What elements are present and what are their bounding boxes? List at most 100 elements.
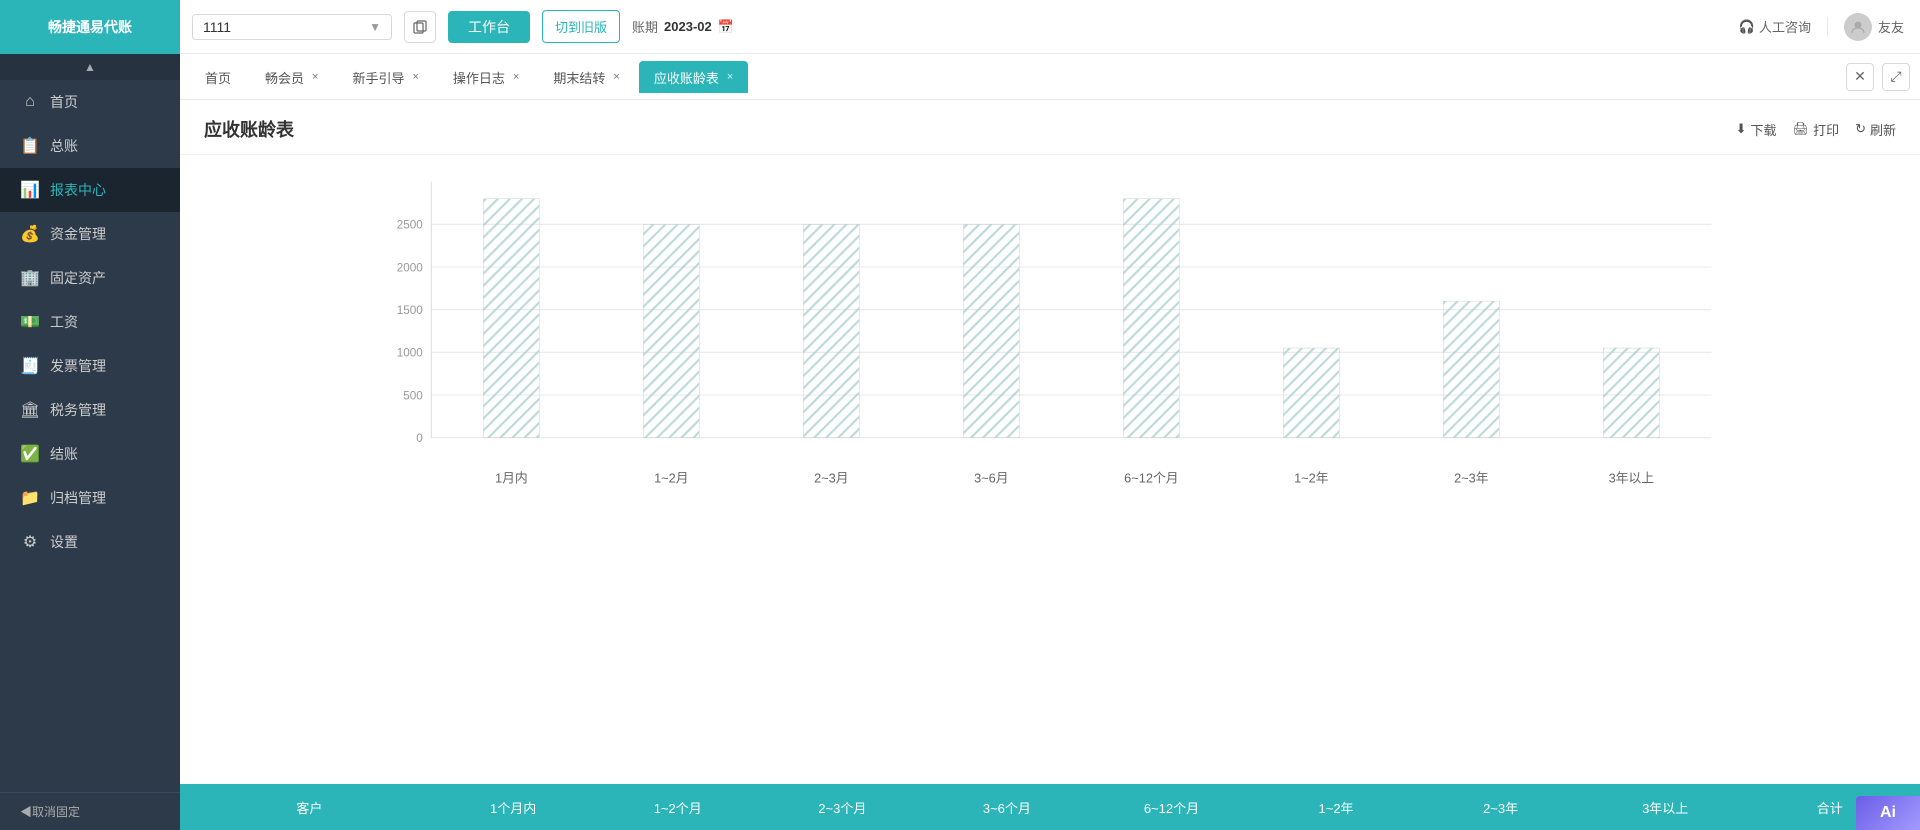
table-headers: 客户1个月内1~2个月2~3个月3~6个月6~12个月1~2年2~3年3年以上合… [188,798,1912,817]
period-value: 2023-02 [664,19,712,34]
sidebar-item-home[interactable]: ⌂首页 [0,80,180,124]
tabs-bar: 首页畅会员×新手引导×操作日志×期末结转×应收账龄表× ✕ ⤢ [180,54,1920,100]
tab-label-home: 首页 [205,68,231,87]
refresh-icon: ↻ [1855,121,1866,137]
user-name: 友友 [1878,17,1904,36]
sidebar-label-salary: 工资 [50,312,78,332]
tab-period-end[interactable]: 期末结转 × [538,61,634,93]
invoice-icon: 🧾 [20,356,40,376]
table-col-7: 2~3年 [1418,798,1583,817]
svg-text:1000: 1000 [397,347,424,360]
page-actions: ⬇ 下载 🖨 打印 ↻ 刷新 [1736,120,1896,139]
period-area: 账期 2023-02 📅 [632,17,734,36]
ai-badge[interactable]: Ai [1856,796,1920,830]
sidebar-label-funds: 资金管理 [50,224,106,244]
table-col-6: 1~2年 [1254,798,1419,817]
assets-icon: 🏢 [20,268,40,288]
tab-close-guide[interactable]: × [412,71,418,83]
download-button[interactable]: ⬇ 下载 [1736,120,1777,139]
tab-label-period-end: 期末结转 [553,68,605,87]
dropdown-icon: ▼ [369,20,381,34]
funds-icon: 💰 [20,224,40,244]
old-version-button[interactable]: 切到旧版 [542,10,620,43]
tab-ar-aging[interactable]: 应收账龄表 × [639,61,748,93]
print-icon: 🖨 [1793,121,1810,137]
headphone-icon: 🎧 [1739,19,1755,35]
sidebar-item-ledger[interactable]: 📋总账 [0,124,180,168]
support-button[interactable]: 🎧 人工咨询 [1739,17,1811,36]
ledger-icon: 📋 [20,136,40,156]
svg-text:0: 0 [416,432,423,445]
sidebar-item-archive[interactable]: 📁 归档管理 [0,476,180,520]
sidebar-item-funds[interactable]: 💰 资金管理 [0,212,180,256]
tab-close-period-end[interactable]: × [613,71,619,83]
top-header: 畅捷通易代账 1111 ▼ 工作台 切到旧版 账期 2023-02 📅 🎧 人工… [0,0,1920,54]
svg-text:3~6月: 3~6月 [974,470,1009,485]
tab-guide[interactable]: 新手引导 × [337,61,433,93]
sidebar-item-salary[interactable]: 💵工资 [0,300,180,344]
support-area: 🎧 人工咨询 友友 [1739,13,1904,41]
sidebar-label-tax: 税务管理 [50,400,106,420]
tab-close-ar-aging[interactable]: × [727,71,733,83]
sidebar-nav: ⌂首页📋总账📊报表中心 💰 资金管理 🏢 固定资产 💵工资🧾发票管理 🏛 税务管理 ✅ 结账 📁 归档… [0,80,180,564]
closing-icon: ✅ [20,444,40,464]
tax-icon: 🏛 [20,400,40,420]
expand-tab-button[interactable]: ⤢ [1882,63,1910,91]
support-label: 人工咨询 [1759,17,1811,36]
svg-text:2~3月: 2~3月 [814,470,849,485]
tab-member[interactable]: 畅会员 × [250,61,333,93]
print-button[interactable]: 🖨 打印 [1793,120,1840,139]
svg-text:1月内: 1月内 [495,470,528,485]
home-icon: ⌂ [20,93,40,111]
avatar [1844,13,1872,41]
sidebar-label-assets: 固定资产 [50,268,106,288]
tab-log[interactable]: 操作日志× [438,61,534,93]
sidebar-label-closing: 结账 [50,444,78,464]
sidebar-item-settings[interactable]: ⚙ 设置 [0,520,180,564]
tab-home[interactable]: 首页 [190,61,246,93]
print-label: 打印 [1813,120,1839,139]
archive-icon: 📁 [20,488,40,508]
tab-close-log[interactable]: × [513,71,519,83]
table-col-8: 3年以上 [1583,798,1748,817]
sidebar-item-closing[interactable]: ✅ 结账 [0,432,180,476]
sidebar-label-archive: 归档管理 [50,488,106,508]
svg-text:3年以上: 3年以上 [1609,470,1655,485]
calendar-icon[interactable]: 📅 [718,19,734,35]
sidebar-item-assets[interactable]: 🏢 固定资产 [0,256,180,300]
svg-text:1~2年: 1~2年 [1294,470,1329,485]
sidebar-scroll-up[interactable]: ▲ [0,54,180,80]
sidebar-item-reports[interactable]: 📊报表中心 [0,168,180,212]
cancel-pin-button[interactable]: ◀取消固定 [0,792,180,830]
table-header-row: 客户1个月内1~2个月2~3个月3~6个月6~12个月1~2年2~3年3年以上合… [180,784,1920,830]
user-area[interactable]: 友友 [1844,13,1904,41]
tab-label-ar-aging: 应收账龄表 [654,68,719,87]
page-content: 应收账龄表 ⬇ 下载 🖨 打印 ↻ 刷新 [180,100,1920,830]
company-name: 1111 [203,19,361,35]
copy-button[interactable] [404,11,436,43]
workbench-button[interactable]: 工作台 [448,11,530,43]
tab-close-member[interactable]: × [312,71,318,83]
table-col-5: 6~12个月 [1089,798,1254,817]
refresh-button[interactable]: ↻ 刷新 [1855,120,1896,139]
svg-text:500: 500 [403,389,423,402]
svg-text:2~3年: 2~3年 [1454,470,1489,485]
period-label: 账期 [632,17,658,36]
sidebar-label-settings: 设置 [50,532,78,552]
tab-label-guide: 新手引导 [352,68,404,87]
sidebar-item-invoice[interactable]: 🧾发票管理 [0,344,180,388]
table-col-2: 1~2个月 [595,798,760,817]
company-selector[interactable]: 1111 ▼ [192,14,392,40]
logo-text: 畅捷通易代账 [48,17,132,37]
settings-icon: ⚙ [20,532,40,552]
tab-label-member: 畅会员 [265,68,304,87]
svg-text:2500: 2500 [397,219,424,232]
close-tab-button[interactable]: ✕ [1846,63,1874,91]
sidebar: ▲ ⌂首页📋总账📊报表中心 💰 资金管理 🏢 固定资产 💵工资🧾发票管理 🏛 税务管理 ✅ 结账 📁… [0,54,180,830]
sidebar-item-tax[interactable]: 🏛 税务管理 [0,388,180,432]
svg-text:1~2月: 1~2月 [654,470,689,485]
svg-text:1500: 1500 [397,304,424,317]
table-col-0: 客户 [188,798,431,817]
download-icon: ⬇ [1736,121,1747,137]
svg-text:6~12个月: 6~12个月 [1124,470,1178,485]
